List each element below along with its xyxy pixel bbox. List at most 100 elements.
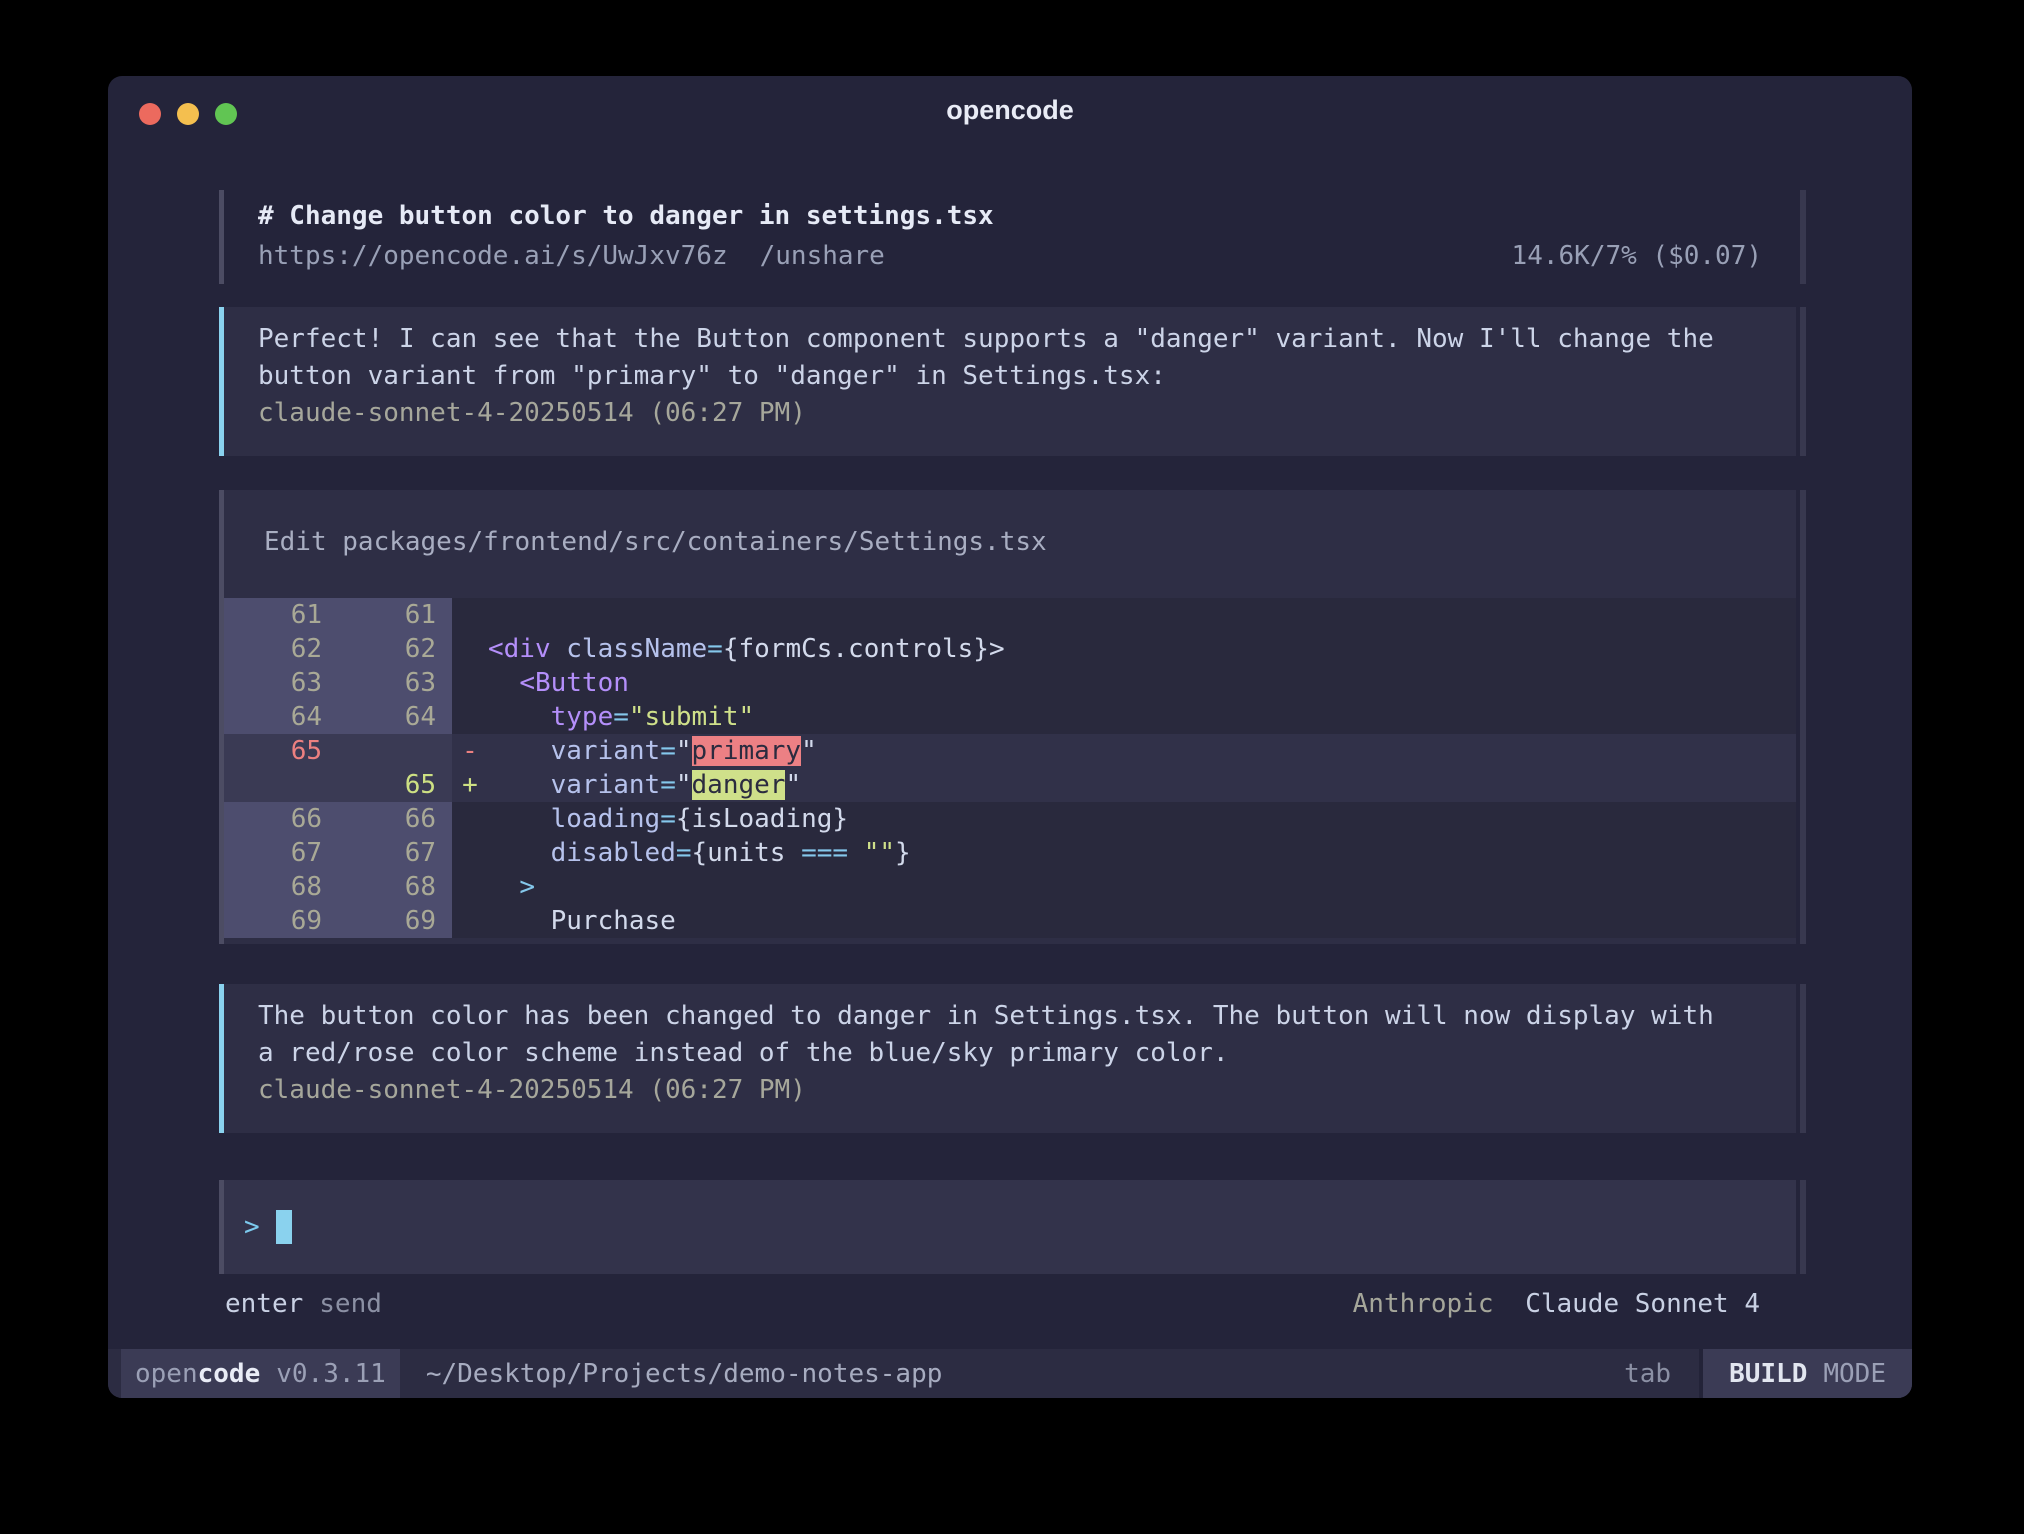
line-number-old: 62: [224, 632, 338, 666]
provider-name: Anthropic: [1353, 1289, 1494, 1319]
code-token: ": [676, 736, 692, 766]
code-token: >: [519, 872, 535, 902]
code-token: }: [895, 838, 911, 868]
line-number-old: 65: [224, 734, 338, 768]
mode-label-bold: BUILD: [1729, 1359, 1807, 1389]
line-number-new: 66: [338, 802, 452, 836]
line-number-new: 61: [338, 598, 452, 632]
code-line: disabled={units === ""}: [488, 836, 1796, 870]
message-model-meta: claude-sonnet-4-20250514 (06:27 PM): [258, 1072, 1762, 1109]
code-token: [848, 838, 864, 868]
line-number-old: 68: [224, 870, 338, 904]
code-line: loading={isLoading}: [488, 802, 1796, 836]
diff-row: 6666 loading={isLoading}: [224, 802, 1796, 836]
mode-chip[interactable]: BUILD MODE: [1699, 1349, 1912, 1398]
model-name: Claude Sonnet 4: [1525, 1289, 1760, 1319]
code-token: [488, 702, 551, 732]
enter-key-hint: enter: [225, 1286, 303, 1322]
code-token: "": [864, 838, 895, 868]
code-token: =: [707, 634, 723, 664]
code-line: >: [488, 870, 1796, 904]
code-token: <div: [488, 634, 551, 664]
diff-sign: +: [452, 770, 488, 800]
message-text: The button color has been changed to dan…: [258, 998, 1762, 1072]
line-number-old: 67: [224, 836, 338, 870]
diff-row: 6262 <div className={formCs.controls}>: [224, 632, 1796, 666]
code-token: variant: [551, 770, 661, 800]
code-token: Purchase: [488, 906, 676, 936]
session-title: # Change button color to danger in setti…: [224, 196, 1796, 236]
code-token: [488, 838, 551, 868]
app-version-chip: opencode v0.3.11: [121, 1349, 400, 1398]
code-token: =: [676, 838, 692, 868]
line-number-new: 65: [338, 768, 452, 802]
line-number-new: 62: [338, 632, 452, 666]
assistant-message: The button color has been changed to dan…: [219, 984, 1796, 1133]
code-token: ": [676, 770, 692, 800]
code-line: <div className={formCs.controls}>: [488, 632, 1796, 666]
prompt-input[interactable]: >: [219, 1180, 1796, 1274]
app-name-open: open: [135, 1359, 198, 1389]
code-token: {units: [692, 838, 802, 868]
code-token: >: [989, 634, 1005, 664]
statusbar-right: tab BUILD MODE: [1624, 1349, 1912, 1398]
line-number-old: 63: [224, 666, 338, 700]
line-number-new: 63: [338, 666, 452, 700]
code-token: [488, 804, 551, 834]
session-subline: https://opencode.ai/s/UwJxv76z /unshare …: [224, 236, 1796, 276]
diff-row: 6363 <Button: [224, 666, 1796, 700]
diff-row: 6868 >: [224, 870, 1796, 904]
code-token: primary: [692, 736, 802, 766]
app-window: opencode # Change button color to danger…: [108, 76, 1912, 1398]
code-token: ===: [801, 838, 848, 868]
line-number-new: 67: [338, 836, 452, 870]
code-line: variant="primary": [488, 734, 1796, 768]
line-number-new: 69: [338, 904, 452, 938]
code-token: loading: [551, 804, 661, 834]
code-token: "submit": [629, 702, 754, 732]
assistant-message: Perfect! I can see that the Button compo…: [219, 307, 1796, 456]
app-version: v0.3.11: [276, 1359, 386, 1389]
line-number-old: 69: [224, 904, 338, 938]
diff-row: 65- variant="primary": [224, 734, 1796, 768]
code-token: <Button: [519, 668, 629, 698]
share-url-link[interactable]: https://opencode.ai/s/UwJxv76z: [258, 236, 728, 276]
code-line: variant="danger": [488, 768, 1796, 802]
model-indicator: Anthropic Claude Sonnet 4: [1353, 1286, 1760, 1322]
session-header: # Change button color to danger in setti…: [219, 190, 1796, 284]
line-number-old: 64: [224, 700, 338, 734]
diff-row: 6969 Purchase: [224, 904, 1796, 938]
text-cursor: [276, 1210, 292, 1244]
edit-tool-title: Edit packages/frontend/src/containers/Se…: [224, 490, 1796, 560]
code-line: <Button: [488, 666, 1796, 700]
diff-row: 6767 disabled={units === ""}: [224, 836, 1796, 870]
app-name-code: code: [198, 1359, 261, 1389]
code-token: type: [551, 702, 614, 732]
code-line: type="submit": [488, 700, 1796, 734]
edit-tool-block: Edit packages/frontend/src/containers/Se…: [219, 490, 1796, 944]
diff-row: 6464 type="submit": [224, 700, 1796, 734]
code-token: =: [660, 804, 676, 834]
message-model-meta: claude-sonnet-4-20250514 (06:27 PM): [258, 395, 1762, 432]
diff-row: 6161: [224, 598, 1796, 632]
mode-label-rest: MODE: [1823, 1359, 1886, 1389]
code-token: =: [660, 770, 676, 800]
line-number-new: [338, 734, 452, 768]
working-directory: ~/Desktop/Projects/demo-notes-app: [426, 1359, 943, 1389]
unshare-command[interactable]: /unshare: [760, 236, 885, 276]
code-token: className: [551, 634, 708, 664]
tab-key-hint: tab: [1624, 1359, 1671, 1389]
window-title: opencode: [108, 76, 1912, 144]
code-token: variant: [551, 736, 661, 766]
line-number-old: 61: [224, 598, 338, 632]
code-token: ": [785, 770, 801, 800]
code-token: {isLoading}: [676, 804, 848, 834]
status-bar: opencode v0.3.11 ~/Desktop/Projects/demo…: [108, 1349, 1912, 1398]
token-usage: 14.6K/7% ($0.07): [1512, 236, 1762, 276]
code-token: [488, 736, 551, 766]
conversation-column: # Change button color to danger in setti…: [219, 190, 1796, 1322]
message-text: Perfect! I can see that the Button compo…: [258, 321, 1762, 395]
hint-row: enter send Anthropic Claude Sonnet 4: [219, 1286, 1796, 1322]
titlebar: opencode: [108, 76, 1912, 144]
prompt-chevron: >: [244, 1212, 260, 1242]
